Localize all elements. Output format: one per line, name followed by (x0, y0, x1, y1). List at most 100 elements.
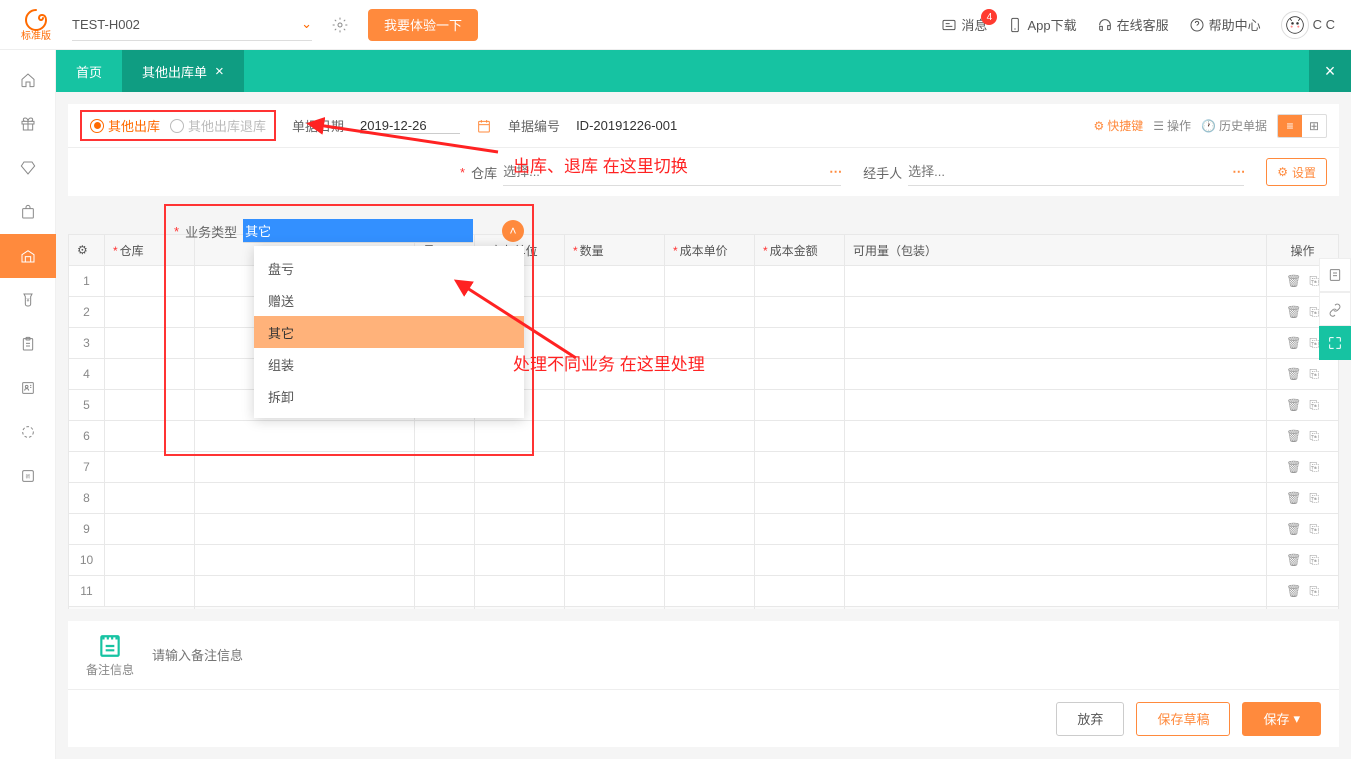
tab-other-out[interactable]: 其他出库单 × (122, 50, 244, 92)
tab-home[interactable]: 首页 (56, 50, 122, 92)
discard-button[interactable]: 放弃 (1056, 702, 1124, 736)
view-toggle[interactable]: ≡ ⊞ (1277, 114, 1327, 138)
dropdown-item[interactable]: 拆卸 (254, 380, 524, 412)
table-row[interactable]: 8🗑⎘ (69, 483, 1339, 514)
main: 首页 其他出库单 × × 其他出库 其他出库退库 单据日期 2019-12-26… (56, 50, 1351, 759)
sidebar-home[interactable] (0, 58, 56, 102)
app-download-link[interactable]: App下载 (1007, 15, 1076, 34)
gear-column[interactable]: ⚙ (69, 235, 105, 266)
delete-icon[interactable]: 🗑 (1286, 367, 1301, 382)
phone-icon (1007, 17, 1023, 33)
delete-icon[interactable]: 🗑 (1286, 274, 1301, 289)
handler-input[interactable] (908, 158, 1244, 186)
delete-icon[interactable]: 🗑 (1286, 429, 1301, 444)
more-icon[interactable]: ⋯ (1232, 164, 1246, 180)
svg-text:新: 新 (25, 473, 30, 480)
annotation: 出库、退库 在这里切换 (513, 152, 688, 177)
arrow-icon (308, 117, 508, 160)
radio-out[interactable]: 其他出库 (90, 116, 160, 135)
biztype-field[interactable]: * 业务类型 ˄ (174, 216, 524, 246)
fab-expand[interactable] (1319, 326, 1351, 360)
chevron-up-icon[interactable]: ˄ (502, 220, 524, 242)
table-row[interactable]: 11🗑⎘ (69, 576, 1339, 607)
list-view-icon[interactable]: ≡ (1278, 115, 1302, 137)
headset-icon (1097, 17, 1113, 33)
logo-text: 标准版 (21, 32, 51, 42)
table-row[interactable]: 6🗑⎘ (69, 421, 1339, 452)
copy-icon[interactable]: ⎘ (1309, 305, 1319, 320)
side-fab (1319, 258, 1351, 360)
remark-input[interactable] (152, 648, 1321, 663)
save-button[interactable]: 保存 ▾ (1242, 702, 1321, 736)
logo: 标准版 (16, 5, 56, 45)
copy-icon[interactable]: ⎘ (1309, 336, 1319, 351)
delete-icon[interactable]: 🗑 (1286, 584, 1301, 599)
delete-icon[interactable]: 🗑 (1286, 491, 1301, 506)
top-bar: 标准版 TEST-H002 ⌄ 我要体验一下 消息 4 App下载 在线客服 帮… (0, 0, 1351, 50)
remark-icon: 备注信息 (86, 633, 134, 678)
table-row[interactable]: 10🗑⎘ (69, 545, 1339, 576)
sidebar-gift[interactable] (0, 102, 56, 146)
top-right: 消息 4 App下载 在线客服 帮助中心 C C (941, 11, 1335, 39)
delete-icon[interactable]: 🗑 (1286, 305, 1301, 320)
sidebar-bag[interactable] (0, 190, 56, 234)
sidebar-finance[interactable]: ¥ (0, 278, 56, 322)
sidebar-new[interactable]: 新 (0, 454, 56, 498)
sidebar: ¥ 新 (0, 50, 56, 759)
table-row[interactable]: 7🗑⎘ (69, 452, 1339, 483)
annotation: 处理不同业务 在这里处理 (513, 350, 705, 375)
delete-icon[interactable]: 🗑 (1286, 398, 1301, 413)
content: 其他出库 其他出库退库 单据日期 2019-12-26 单据编号 ID-2019… (68, 104, 1339, 747)
ops-link[interactable]: ☰ 操作 (1153, 117, 1191, 134)
settings-icon[interactable] (324, 9, 356, 41)
sidebar-contacts[interactable] (0, 366, 56, 410)
column-settings-button[interactable]: ⚙ 设置 (1266, 158, 1327, 186)
footer: 放弃 保存草稿 保存 ▾ (68, 689, 1339, 747)
tabs-close-all[interactable]: × (1309, 50, 1351, 92)
grid-view-icon[interactable]: ⊞ (1302, 115, 1326, 137)
delete-icon[interactable]: 🗑 (1286, 522, 1301, 537)
sidebar-warehouse[interactable] (0, 234, 56, 278)
copy-icon[interactable]: ⎘ (1309, 460, 1319, 475)
more-icon[interactable]: ⋯ (829, 164, 843, 180)
fab-note[interactable] (1319, 258, 1351, 292)
chevron-down-icon: ⌄ (301, 16, 312, 32)
copy-icon[interactable]: ⎘ (1309, 491, 1319, 506)
delete-icon[interactable]: 🗑 (1286, 460, 1301, 475)
company-select[interactable]: TEST-H002 ⌄ (72, 9, 312, 41)
delete-icon[interactable]: 🗑 (1286, 553, 1301, 568)
avatar (1281, 11, 1309, 39)
messages-link[interactable]: 消息 4 (941, 15, 987, 34)
copy-icon[interactable]: ⎘ (1309, 398, 1319, 413)
fab-link[interactable] (1319, 292, 1351, 326)
subtotal-row: 小计 0.00 0.00 (69, 607, 1339, 610)
docno-value: ID-20191226-001 (576, 118, 677, 133)
close-icon[interactable]: × (215, 63, 224, 80)
history-link[interactable]: 🕐 历史单据 (1201, 117, 1267, 134)
copy-icon[interactable]: ⎘ (1309, 429, 1319, 444)
radio-return[interactable]: 其他出库退库 (170, 116, 266, 135)
toolbar-actions: ⚙ 快捷键 ☰ 操作 🕐 历史单据 ≡ ⊞ (1093, 114, 1327, 138)
sidebar-clipboard[interactable] (0, 322, 56, 366)
help-link[interactable]: 帮助中心 (1189, 15, 1261, 34)
copy-icon[interactable]: ⎘ (1309, 553, 1319, 568)
copy-icon[interactable]: ⎘ (1309, 584, 1319, 599)
save-draft-button[interactable]: 保存草稿 (1136, 702, 1230, 736)
copy-icon[interactable]: ⎘ (1309, 274, 1319, 289)
form-row: *仓库 ⋯ 经手人 ⋯ ⚙ 设置 (68, 148, 1339, 196)
sidebar-sync[interactable] (0, 410, 56, 454)
biztype-input[interactable] (243, 219, 473, 243)
handler-field[interactable]: 经手人 ⋯ (863, 158, 1246, 186)
help-icon (1189, 17, 1205, 33)
copy-icon[interactable]: ⎘ (1309, 522, 1319, 537)
user-menu[interactable]: C C (1281, 11, 1335, 39)
shortcut-link[interactable]: ⚙ 快捷键 (1093, 117, 1143, 134)
table-row[interactable]: 9🗑⎘ (69, 514, 1339, 545)
sidebar-diamond[interactable] (0, 146, 56, 190)
remark-bar: 备注信息 (68, 621, 1339, 689)
message-icon (941, 17, 957, 33)
support-link[interactable]: 在线客服 (1097, 15, 1169, 34)
copy-icon[interactable]: ⎘ (1309, 367, 1319, 382)
try-button[interactable]: 我要体验一下 (368, 9, 478, 41)
delete-icon[interactable]: 🗑 (1286, 336, 1301, 351)
